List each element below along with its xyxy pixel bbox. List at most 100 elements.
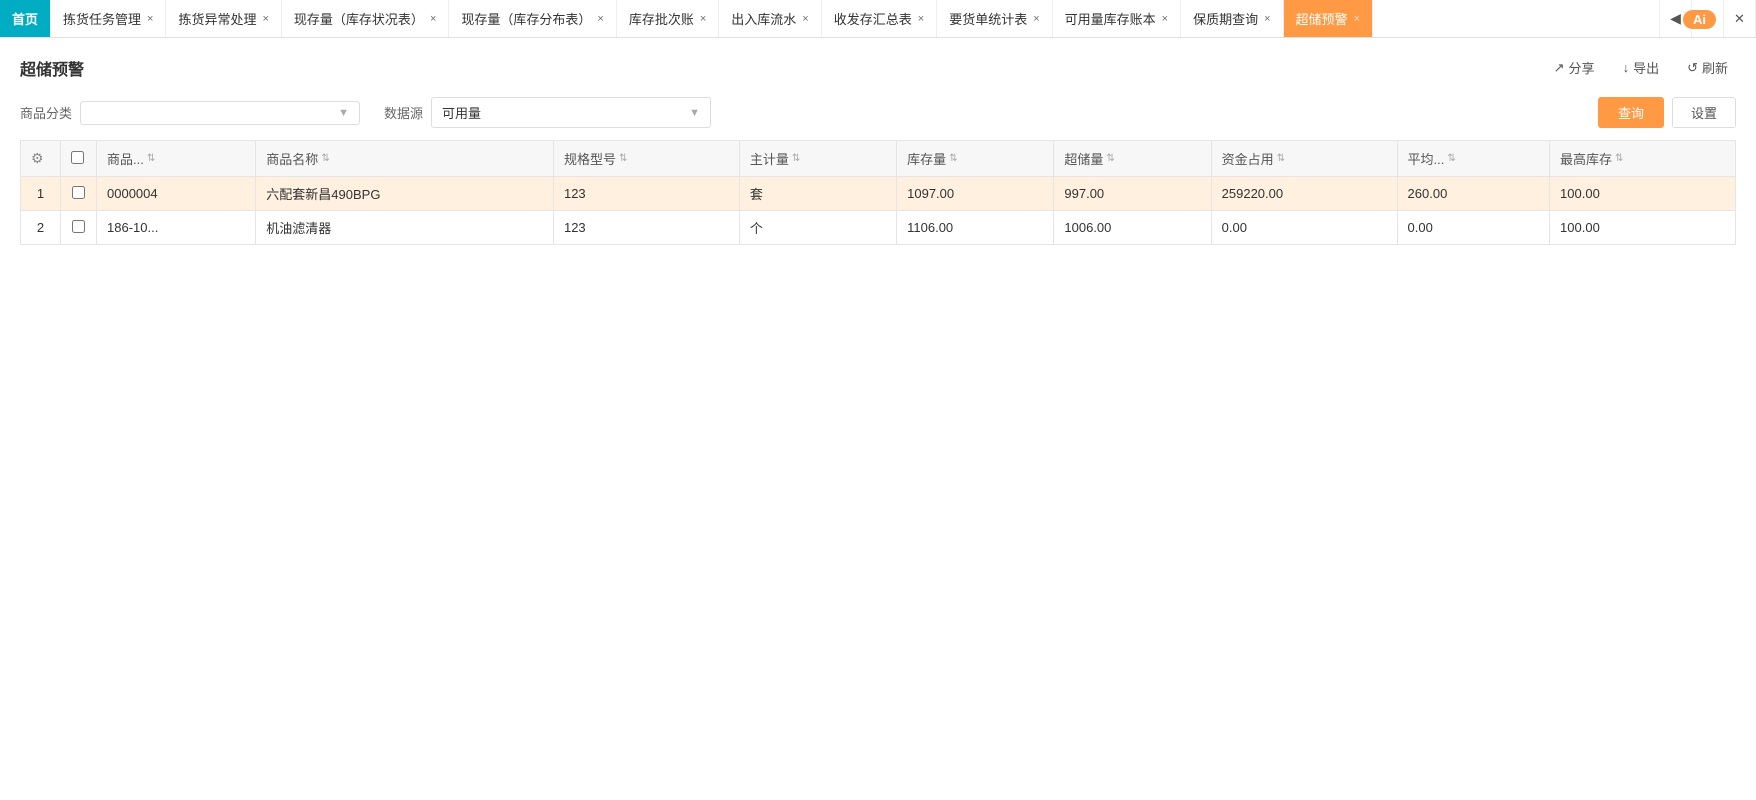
row-number: 2: [21, 211, 61, 245]
close-icon[interactable]: ×: [802, 13, 808, 25]
nav-close-btn[interactable]: ✕: [1724, 0, 1756, 38]
sort-icon: ⇅: [321, 153, 329, 164]
datasource-filter: 数据源 可用量 ▼: [384, 97, 711, 128]
sort-icon: ⇅: [1447, 153, 1455, 164]
cell-stock: 1106.00: [897, 211, 1054, 245]
th-checkbox: [61, 141, 97, 177]
filter-row: 商品分类 ▼ 数据源 可用量 ▼ 查询 设置: [20, 97, 1736, 128]
cell-overstock: 997.00: [1054, 177, 1211, 211]
cell-overstock: 1006.00: [1054, 211, 1211, 245]
data-table: ⚙ 商品... ⇅ 商品名称 ⇅: [20, 140, 1736, 245]
table-body: 1 0000004 六配套新昌490BPG 123 套 1097.00 997.…: [21, 177, 1736, 245]
cell-max-stock: 100.00: [1550, 211, 1736, 245]
close-icon[interactable]: ×: [700, 13, 706, 25]
close-icon[interactable]: ×: [1033, 13, 1039, 25]
nav-item-8[interactable]: 可用量库存账本 ×: [1053, 0, 1181, 37]
datasource-label: 数据源: [384, 103, 423, 122]
cell-product-code: 0000004: [97, 177, 256, 211]
category-select[interactable]: ▼: [80, 101, 360, 125]
share-icon: ↗: [1554, 60, 1565, 76]
cell-stock: 1097.00: [897, 177, 1054, 211]
export-icon: ↓: [1623, 60, 1630, 75]
close-icon[interactable]: ×: [147, 13, 153, 25]
nav-item-9[interactable]: 保质期查询 ×: [1181, 0, 1283, 37]
export-button[interactable]: ↓ 导出: [1615, 54, 1668, 81]
cell-capital: 259220.00: [1211, 177, 1397, 211]
sort-icon: ⇅: [1106, 153, 1114, 164]
header-actions: ↗ 分享 ↓ 导出 ↺ 刷新: [1546, 54, 1736, 81]
page-content: 超储预警 ↗ 分享 ↓ 导出 ↺ 刷新 商品分类 ▼ 数据源: [0, 38, 1756, 800]
table-row: 2 186-10... 机油滤清器 123 个 1106.00 1006.00 …: [21, 211, 1736, 245]
nav-item-7[interactable]: 要货单统计表 ×: [937, 0, 1052, 37]
th-max-stock[interactable]: 最高库存 ⇅: [1550, 141, 1736, 177]
th-capital[interactable]: 资金占用 ⇅: [1211, 141, 1397, 177]
share-button[interactable]: ↗ 分享: [1546, 54, 1603, 81]
close-icon[interactable]: ×: [262, 13, 268, 25]
cell-max-stock: 100.00: [1550, 177, 1736, 211]
datasource-select[interactable]: 可用量 ▼: [431, 97, 711, 128]
th-avg[interactable]: 平均... ⇅: [1397, 141, 1549, 177]
cell-spec: 123: [553, 211, 739, 245]
header-row: ⚙ 商品... ⇅ 商品名称 ⇅: [21, 141, 1736, 177]
page-header: 超储预警 ↗ 分享 ↓ 导出 ↺ 刷新: [20, 54, 1736, 81]
select-all-checkbox[interactable]: [71, 151, 84, 164]
close-icon[interactable]: ×: [430, 13, 436, 25]
sort-icon: ⇅: [1277, 153, 1285, 164]
category-label: 商品分类: [20, 103, 72, 122]
sort-icon: ⇅: [949, 153, 957, 164]
chevron-down-icon: ▼: [338, 107, 349, 119]
sort-icon: ⇅: [619, 153, 627, 164]
nav-item-10[interactable]: 超储预警 ×: [1284, 0, 1373, 37]
th-product-code[interactable]: 商品... ⇅: [97, 141, 256, 177]
th-stock[interactable]: 库存量 ⇅: [897, 141, 1054, 177]
sort-icon: ⇅: [792, 153, 800, 164]
page-title: 超储预警: [20, 56, 84, 80]
chevron-down-icon: ▼: [689, 107, 700, 119]
th-overstock[interactable]: 超储量 ⇅: [1054, 141, 1211, 177]
cell-unit: 套: [739, 177, 896, 211]
close-icon[interactable]: ×: [1162, 13, 1168, 25]
sort-icon: ⇅: [1615, 153, 1623, 164]
close-icon[interactable]: ×: [1354, 13, 1360, 25]
table-header: ⚙ 商品... ⇅ 商品名称 ⇅: [21, 141, 1736, 177]
category-filter: 商品分类 ▼: [20, 101, 360, 125]
row-checkbox-cell: [61, 211, 97, 245]
cell-product-name: 机油滤清器: [256, 211, 554, 245]
nav-item-5[interactable]: 出入库流水 ×: [719, 0, 821, 37]
row-checkbox-cell: [61, 177, 97, 211]
close-icon[interactable]: ×: [597, 13, 603, 25]
table-row: 1 0000004 六配套新昌490BPG 123 套 1097.00 997.…: [21, 177, 1736, 211]
close-icon[interactable]: ×: [1264, 13, 1270, 25]
nav-home[interactable]: 首页: [0, 0, 51, 37]
datasource-select-value: 可用量: [442, 103, 481, 122]
th-spec[interactable]: 规格型号 ⇅: [553, 141, 739, 177]
sort-icon: ⇅: [147, 153, 155, 164]
query-button[interactable]: 查询: [1598, 97, 1664, 128]
row-checkbox[interactable]: [72, 220, 85, 233]
nav-item-4[interactable]: 库存批次账 ×: [617, 0, 719, 37]
refresh-button[interactable]: ↺ 刷新: [1679, 54, 1736, 81]
close-icon[interactable]: ×: [918, 13, 924, 25]
cell-capital: 0.00: [1211, 211, 1397, 245]
settings-button[interactable]: 设置: [1672, 97, 1736, 128]
nav-item-1[interactable]: 拣货异常处理 ×: [166, 0, 281, 37]
nav-item-0[interactable]: 拣货任务管理 ×: [51, 0, 166, 37]
top-nav: 首页 拣货任务管理 × 拣货异常处理 × 现存量（库存状况表） × 现存量（库存…: [0, 0, 1756, 38]
filter-buttons: 查询 设置: [1598, 97, 1736, 128]
th-unit[interactable]: 主计量 ⇅: [739, 141, 896, 177]
nav-item-2[interactable]: 现存量（库存状况表） ×: [282, 0, 449, 37]
nav-item-6[interactable]: 收发存汇总表 ×: [822, 0, 937, 37]
th-settings: ⚙: [21, 141, 61, 177]
gear-icon[interactable]: ⚙: [31, 150, 44, 166]
cell-spec: 123: [553, 177, 739, 211]
th-product-name[interactable]: 商品名称 ⇅: [256, 141, 554, 177]
cell-avg: 0.00: [1397, 211, 1549, 245]
nav-item-3[interactable]: 现存量（库存分布表） ×: [449, 0, 616, 37]
row-number: 1: [21, 177, 61, 211]
refresh-icon: ↺: [1687, 60, 1698, 76]
cell-product-name: 六配套新昌490BPG: [256, 177, 554, 211]
ai-badge[interactable]: Ai: [1683, 10, 1716, 29]
cell-avg: 260.00: [1397, 177, 1549, 211]
cell-product-code: 186-10...: [97, 211, 256, 245]
row-checkbox[interactable]: [72, 186, 85, 199]
